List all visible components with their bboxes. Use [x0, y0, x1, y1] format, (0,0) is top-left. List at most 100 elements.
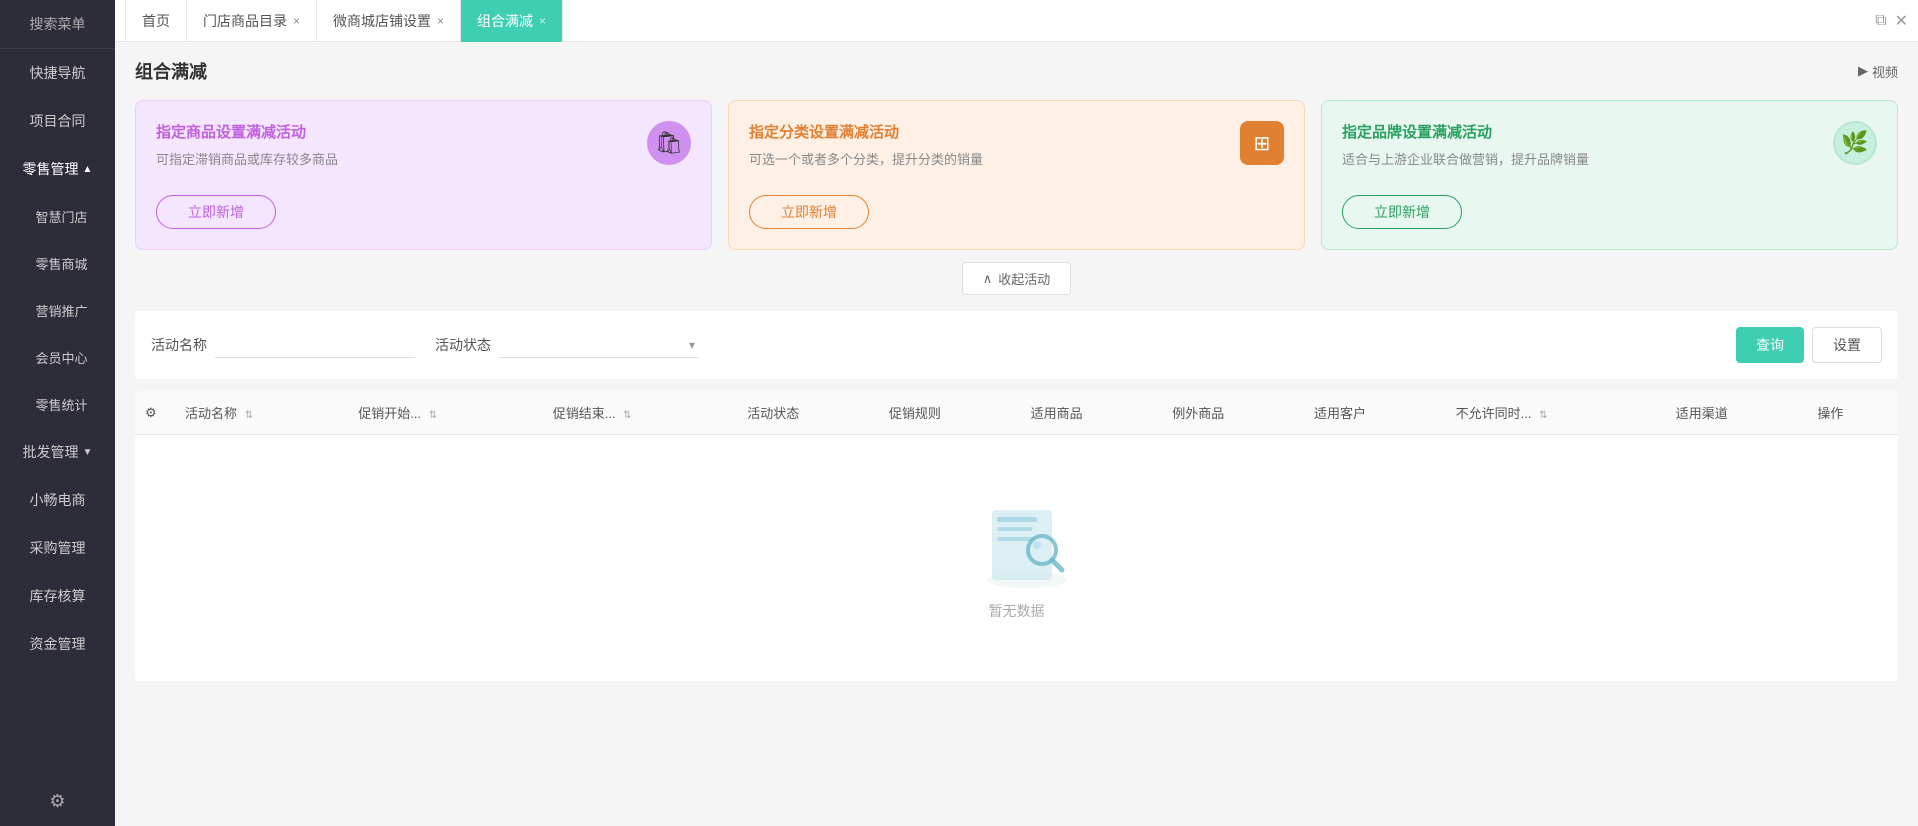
sidebar-settings-icon[interactable]: ⚙ [0, 777, 115, 826]
tab-combo-discount[interactable]: 组合满减 × [461, 0, 563, 42]
sort-arrows-icon: ⇅ [245, 410, 253, 421]
sidebar-item-smart-store[interactable]: 智慧门店 [0, 193, 115, 240]
sort-arrows-icon: ⇅ [1539, 410, 1547, 421]
collapse-label: 收起活动 [998, 269, 1050, 288]
page-content: 组合满减 ▶ 视频 🛍 指定商品设置满减活动 可指定滞销商品或库存较多商品 立即… [115, 42, 1918, 826]
activities-table: ⚙ 活动名称 ⇅ 促销开始... ⇅ 促销结束... ⇅ [135, 391, 1898, 435]
add-category-promo-button[interactable]: 立即新增 [749, 195, 869, 229]
filter-status-group: 活动状态 进行中 已结束 未开始 ▾ [435, 333, 699, 358]
tab-close-icon[interactable]: × [539, 14, 546, 28]
table-header-operations: 操作 [1807, 391, 1898, 435]
close-window-icon[interactable]: ✕ [1895, 11, 1908, 31]
filter-area: 活动名称 活动状态 进行中 已结束 未开始 ▾ 查询 设置 [135, 311, 1898, 379]
collapse-bar: ∧ 收起活动 [135, 262, 1898, 295]
sidebar-item-fund-mgmt[interactable]: 资金管理 [0, 620, 115, 668]
table-header-promo-rule: 促销规则 [879, 391, 1021, 435]
activity-status-select[interactable]: 进行中 已结束 未开始 [499, 333, 699, 358]
main-content: 首页 门店商品目录 × 微商城店铺设置 × 组合满减 × ⧉ ✕ 组合满减 ▶ … [115, 0, 1918, 826]
col-no-concurrent-label: 不允许同时... [1456, 406, 1532, 421]
card-desc: 可选一个或者多个分类，提升分类的销量 [749, 150, 1284, 179]
tab-bar: 首页 门店商品目录 × 微商城店铺设置 × 组合满减 × ⧉ ✕ [115, 0, 1918, 42]
sidebar-item-project-contract[interactable]: 项目合同 [0, 97, 115, 145]
video-label: 视频 [1872, 62, 1898, 81]
table-header-exception-goods: 例外商品 [1162, 391, 1304, 435]
col-exception-goods-label: 例外商品 [1172, 406, 1224, 421]
sidebar-item-marketing[interactable]: 营销推广 [0, 287, 115, 334]
video-link[interactable]: ▶ 视频 [1858, 62, 1898, 81]
leaf-icon: 🌿 [1833, 121, 1877, 165]
sidebar-search[interactable]: 搜索菜单 [0, 0, 115, 49]
gear-icon: ⚙ [49, 791, 65, 811]
settings-button[interactable]: 设置 [1812, 327, 1882, 363]
tab-label: 微商城店铺设置 [333, 11, 431, 31]
promo-card-brand: 🌿 指定品牌设置满减活动 适合与上游企业联合做营销，提升品牌销量 立即新增 [1321, 100, 1898, 250]
filter-name-group: 活动名称 [151, 333, 415, 358]
table-header-no-concurrent[interactable]: 不允许同时... ⇅ [1446, 391, 1666, 435]
chevron-up-icon: ∧ [983, 271, 993, 287]
sidebar-item-label: 零售商城 [35, 254, 87, 273]
sidebar-item-inventory-calc[interactable]: 库存核算 [0, 572, 115, 620]
sidebar-item-label: 营销推广 [35, 301, 87, 320]
sidebar-item-member-center[interactable]: 会员中心 [0, 334, 115, 381]
sidebar-item-retail-mgmt[interactable]: 零售管理 ▲ [0, 145, 115, 193]
collapse-activities-button[interactable]: ∧ 收起活动 [962, 262, 1072, 295]
col-status-label: 活动状态 [747, 406, 799, 421]
table-header-promo-end[interactable]: 促销结束... ⇅ [543, 391, 738, 435]
promo-card-product: 🛍 指定商品设置满减活动 可指定滞销商品或库存较多商品 立即新增 [135, 100, 712, 250]
table-header-gear[interactable]: ⚙ [135, 391, 175, 435]
card-title: 指定分类设置满减活动 [749, 121, 1284, 142]
restore-window-icon[interactable]: ⧉ [1875, 12, 1886, 30]
sidebar-item-quick-nav[interactable]: 快捷导航 [0, 49, 115, 97]
page-title: 组合满减 [135, 58, 207, 84]
table-header-status: 活动状态 [737, 391, 879, 435]
sort-arrows-icon: ⇅ [429, 410, 437, 421]
play-icon: ▶ [1858, 63, 1868, 79]
tab-close-icon[interactable]: × [437, 14, 444, 28]
col-operations-label: 操作 [1817, 406, 1843, 421]
sort-arrows-icon: ⇅ [623, 410, 631, 421]
sidebar-item-label: 批发管理 [23, 442, 79, 462]
table-header-applicable-channels: 适用渠道 [1666, 391, 1808, 435]
sidebar-item-label: 采购管理 [30, 538, 86, 558]
tab-micro-store-settings[interactable]: 微商城店铺设置 × [317, 0, 461, 42]
sidebar-item-label: 项目合同 [30, 111, 86, 131]
table-header-promo-start[interactable]: 促销开始... ⇅ [348, 391, 543, 435]
table-header-name[interactable]: 活动名称 ⇅ [175, 391, 348, 435]
page-header: 组合满减 ▶ 视频 [135, 58, 1898, 84]
sidebar-item-retail-mall[interactable]: 零售商城 [0, 240, 115, 287]
empty-state: 暂无数据 [135, 435, 1898, 681]
add-product-promo-button[interactable]: 立即新增 [156, 195, 276, 229]
sidebar-item-xce[interactable]: 小畅电商 [0, 476, 115, 524]
col-promo-end-label: 促销结束... [553, 406, 616, 421]
tab-label: 首页 [142, 11, 170, 31]
promo-cards-section: 🛍 指定商品设置满减活动 可指定滞销商品或库存较多商品 立即新增 ⊞ 指定分类设… [135, 100, 1898, 250]
empty-illustration [967, 495, 1067, 585]
col-promo-start-label: 促销开始... [358, 406, 421, 421]
sidebar-item-label: 零售统计 [35, 395, 87, 414]
filter-actions: 查询 设置 [1736, 327, 1882, 363]
col-promo-rule-label: 促销规则 [889, 406, 941, 421]
tab-label: 门店商品目录 [203, 11, 287, 31]
card-title: 指定商品设置满减活动 [156, 121, 691, 142]
card-title: 指定品牌设置满减活动 [1342, 121, 1877, 142]
tab-close-icon[interactable]: × [293, 14, 300, 28]
sidebar-item-wholesale-mgmt[interactable]: 批发管理 ▼ [0, 428, 115, 476]
tab-home[interactable]: 首页 [125, 0, 187, 42]
category-icon: ⊞ [1240, 121, 1284, 165]
query-button[interactable]: 查询 [1736, 327, 1804, 363]
activity-name-input[interactable] [215, 333, 415, 358]
sidebar-item-label: 会员中心 [35, 348, 87, 367]
table-container: ⚙ 活动名称 ⇅ 促销开始... ⇅ 促销结束... ⇅ [135, 391, 1898, 681]
filter-name-label: 活动名称 [151, 335, 207, 355]
sidebar-item-label: 资金管理 [30, 634, 86, 654]
filter-status-select-wrap: 进行中 已结束 未开始 ▾ [499, 333, 699, 358]
sidebar: 搜索菜单 快捷导航 项目合同 零售管理 ▲ 智慧门店 零售商城 营销推广 会员中… [0, 0, 115, 826]
col-applicable-channels-label: 适用渠道 [1676, 406, 1728, 421]
tab-product-catalog[interactable]: 门店商品目录 × [187, 0, 317, 42]
sidebar-item-label: 智慧门店 [35, 207, 87, 226]
chevron-down-icon: ▼ [83, 447, 93, 458]
col-name-label: 活动名称 [185, 406, 237, 421]
add-brand-promo-button[interactable]: 立即新增 [1342, 195, 1462, 229]
sidebar-item-retail-stats[interactable]: 零售统计 [0, 381, 115, 428]
sidebar-item-purchase-mgmt[interactable]: 采购管理 [0, 524, 115, 572]
